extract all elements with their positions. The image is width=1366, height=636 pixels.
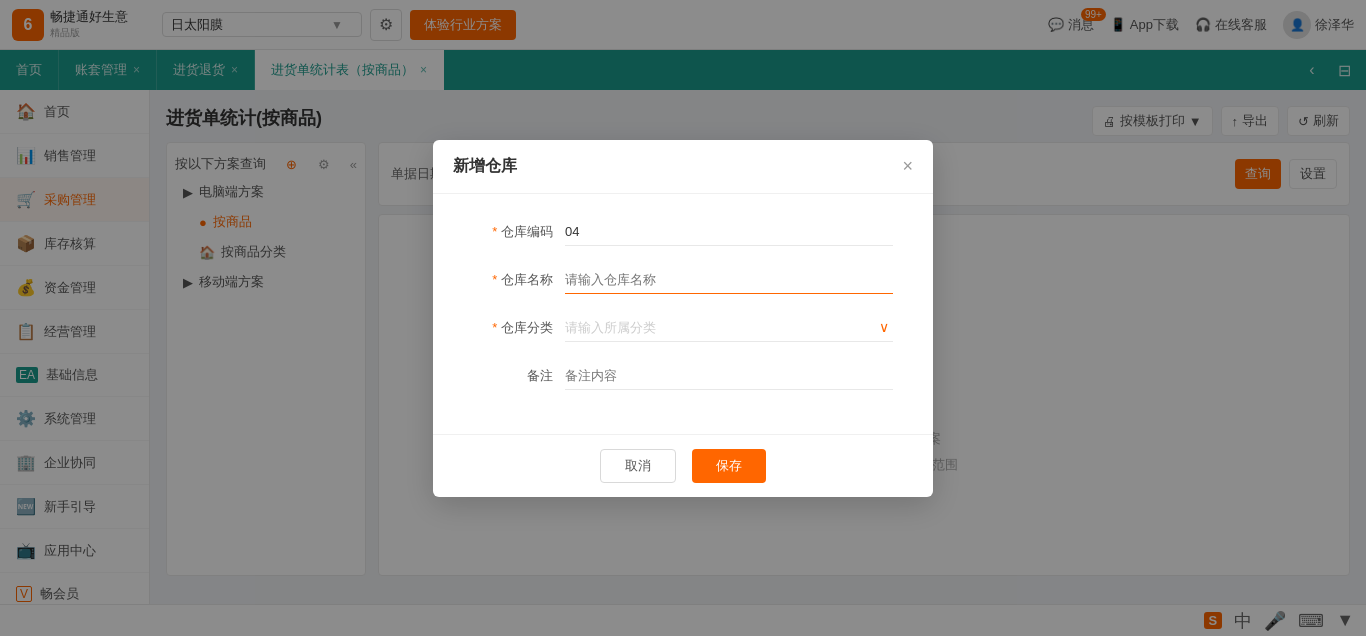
save-button[interactable]: 保存 [692, 449, 766, 483]
form-row-remark: 备注 [473, 362, 893, 390]
code-label: 仓库编码 [473, 223, 553, 241]
remark-label: 备注 [473, 367, 553, 385]
category-label: 仓库分类 [473, 319, 553, 337]
category-select[interactable]: 请输入所属分类 [565, 314, 893, 341]
code-input[interactable] [565, 218, 893, 246]
form-row-category: 仓库分类 请输入所属分类 ∨ [473, 314, 893, 342]
modal-title: 新增仓库 [453, 156, 517, 177]
category-select-wrap[interactable]: 请输入所属分类 ∨ [565, 314, 893, 342]
new-warehouse-modal: 新增仓库 × 仓库编码 仓库名称 仓库分类 请输入所属分类 ∨ [433, 140, 933, 497]
name-input[interactable] [565, 266, 893, 294]
modal-overlay: 新增仓库 × 仓库编码 仓库名称 仓库分类 请输入所属分类 ∨ [0, 0, 1366, 636]
cancel-button[interactable]: 取消 [600, 449, 676, 483]
category-chevron-icon: ∨ [879, 319, 889, 335]
remark-input[interactable] [565, 362, 893, 390]
modal-header: 新增仓库 × [433, 140, 933, 194]
modal-footer: 取消 保存 [433, 434, 933, 497]
name-label: 仓库名称 [473, 271, 553, 289]
form-row-name: 仓库名称 [473, 266, 893, 294]
modal-body: 仓库编码 仓库名称 仓库分类 请输入所属分类 ∨ 备注 [433, 194, 933, 434]
form-row-code: 仓库编码 [473, 218, 893, 246]
modal-close-button[interactable]: × [902, 156, 913, 177]
